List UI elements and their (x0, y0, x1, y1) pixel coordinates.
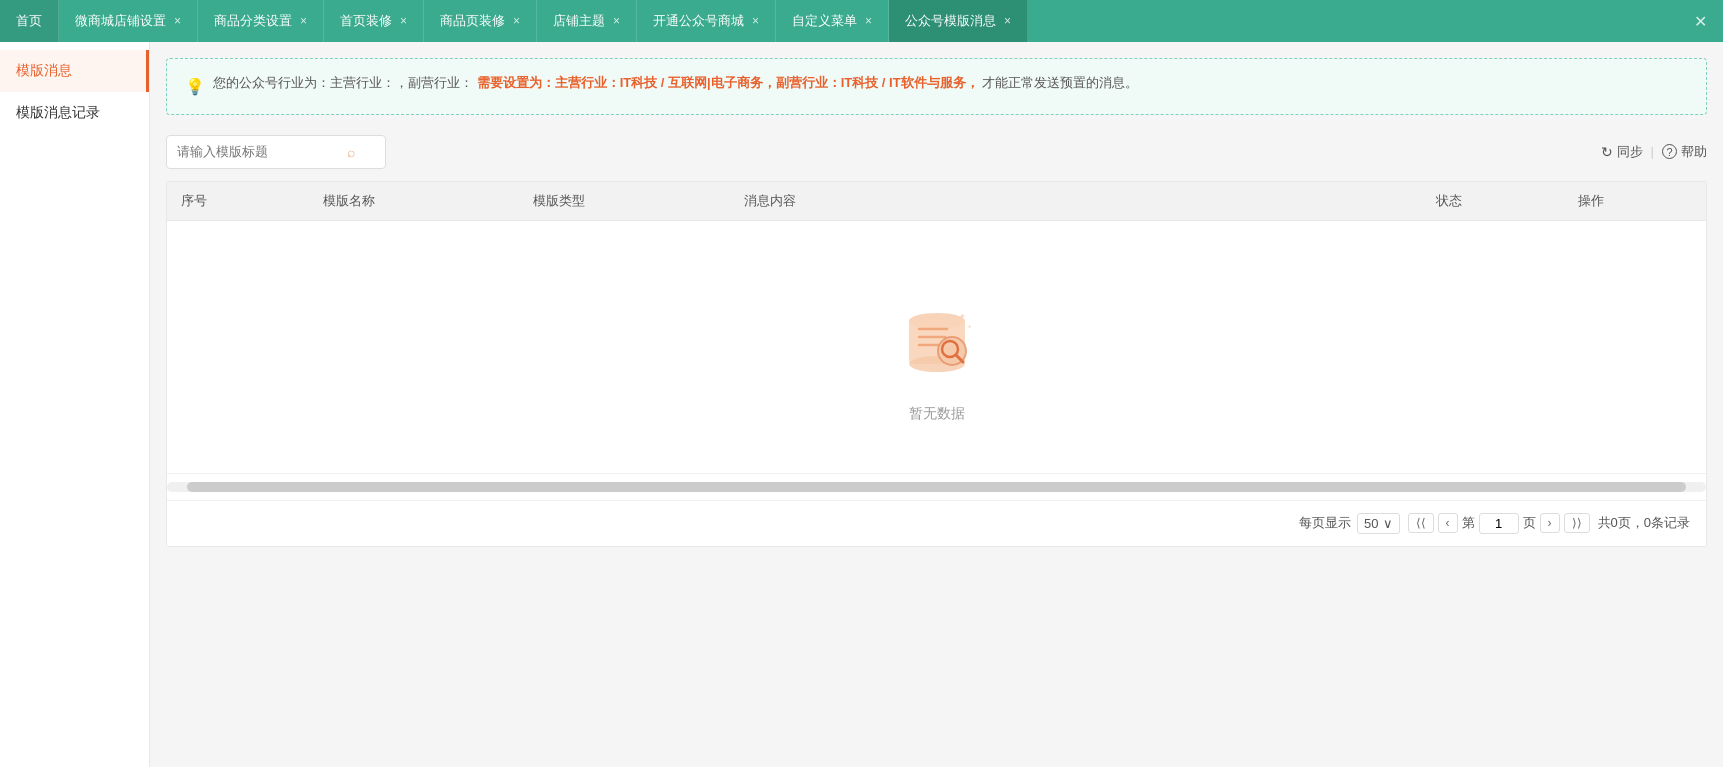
sync-label: 同步 (1617, 143, 1643, 161)
tab-store-theme-close[interactable]: × (613, 14, 620, 28)
help-label: 帮助 (1681, 143, 1707, 161)
top-nav: 首页 微商城店铺设置 × 商品分类设置 × 首页装修 × 商品页装修 × 店铺主… (0, 0, 1723, 42)
tab-store-settings-label: 微商城店铺设置 (75, 12, 166, 30)
page-size-dropdown[interactable]: 50 ∨ (1357, 513, 1399, 534)
col-header-action: 操作 (1564, 182, 1706, 221)
content-area: 💡 您的公众号行业为：主营行业：，副营行业： 需要设置为：主营行业：IT科技 /… (150, 42, 1723, 767)
col-header-content: 消息内容 (730, 182, 1423, 221)
page-size-label: 每页显示 (1299, 514, 1351, 532)
scrollbar-thumb[interactable] (187, 482, 1686, 492)
sidebar-item-template-msg[interactable]: 模版消息 (0, 50, 149, 92)
tab-open-mall[interactable]: 开通公众号商城 × (637, 0, 776, 42)
tab-template-msg[interactable]: 公众号模版消息 × (889, 0, 1028, 42)
page-nav: ⟨⟨ ‹ 第 页 › ⟩⟩ (1408, 513, 1590, 534)
tab-custom-menu-label: 自定义菜单 (792, 12, 857, 30)
page-size-value: 50 (1364, 516, 1378, 531)
close-all-tabs[interactable]: ✕ (1678, 12, 1723, 31)
tab-store-theme[interactable]: 店铺主题 × (537, 0, 637, 42)
tab-store-theme-label: 店铺主题 (553, 12, 605, 30)
sidebar-item-template-msg-log[interactable]: 模版消息记录 (0, 92, 149, 134)
horizontal-scrollbar[interactable] (167, 482, 1706, 492)
notice-prefix: 您的公众号行业为：主营行业：，副营行业： (213, 75, 473, 90)
empty-icon: ✦ ✦ (887, 291, 987, 391)
col-header-index: 序号 (167, 182, 309, 221)
tab-home-label: 首页 (16, 12, 42, 30)
bulb-icon: 💡 (185, 74, 205, 100)
notice-suffix: 才能正常发送预置的消息。 (982, 75, 1138, 90)
tab-homepage-decor-label: 首页装修 (340, 12, 392, 30)
notice-text: 您的公众号行业为：主营行业：，副营行业： 需要设置为：主营行业：IT科技 / 互… (213, 73, 1138, 94)
empty-cell: ✦ ✦ 暂无数据 (167, 220, 1706, 473)
main-layout: 模版消息 模版消息记录 💡 您的公众号行业为：主营行业：，副营行业： 需要设置为… (0, 42, 1723, 767)
tab-store-settings-close[interactable]: × (174, 14, 181, 28)
page-label-after: 页 (1523, 514, 1536, 532)
last-page-button[interactable]: ⟩⟩ (1564, 513, 1590, 533)
sync-icon: ↻ (1601, 144, 1613, 160)
info-notice: 💡 您的公众号行业为：主营行业：，副营行业： 需要设置为：主营行业：IT科技 /… (166, 58, 1707, 115)
svg-text:✦: ✦ (967, 324, 972, 330)
page-size-select: 每页显示 50 ∨ (1299, 513, 1399, 534)
tab-home[interactable]: 首页 (0, 0, 59, 42)
empty-text: 暂无数据 (909, 405, 965, 423)
table-wrap: 序号 模版名称 模版类型 消息内容 状态 操作 (166, 181, 1707, 547)
notice-highlight: 需要设置为：主营行业：IT科技 / 互联网|电子商务，副营行业：IT科技 / I… (477, 75, 979, 90)
sidebar-item-template-msg-label: 模版消息 (16, 62, 72, 78)
svg-text:✦: ✦ (959, 312, 966, 321)
tab-open-mall-close[interactable]: × (752, 14, 759, 28)
tab-category-settings-close[interactable]: × (300, 14, 307, 28)
help-button[interactable]: ? 帮助 (1662, 143, 1707, 161)
page-number-input[interactable] (1479, 513, 1519, 534)
toolbar-divider: | (1651, 144, 1654, 159)
sidebar-item-template-msg-log-label: 模版消息记录 (16, 104, 100, 120)
pagination: 每页显示 50 ∨ ⟨⟨ ‹ 第 页 › ⟩⟩ 共0页，0条记录 (167, 500, 1706, 546)
search-icon[interactable]: ⌕ (347, 144, 355, 160)
search-input[interactable] (177, 144, 347, 159)
tab-template-msg-close[interactable]: × (1004, 14, 1011, 28)
empty-row: ✦ ✦ 暂无数据 (167, 220, 1706, 473)
tab-product-decor[interactable]: 商品页装修 × (424, 0, 537, 42)
tab-homepage-decor[interactable]: 首页装修 × (324, 0, 424, 42)
first-page-button[interactable]: ⟨⟨ (1408, 513, 1434, 533)
tab-template-msg-label: 公众号模版消息 (905, 12, 996, 30)
search-input-wrap[interactable]: ⌕ (166, 135, 386, 169)
sidebar: 模版消息 模版消息记录 (0, 42, 150, 767)
tab-category-settings-label: 商品分类设置 (214, 12, 292, 30)
tab-product-decor-close[interactable]: × (513, 14, 520, 28)
col-header-status: 状态 (1422, 182, 1564, 221)
col-header-type: 模版类型 (519, 182, 729, 221)
col-header-name: 模版名称 (309, 182, 519, 221)
search-bar: ⌕ ↻ 同步 | ? 帮助 (166, 135, 1707, 169)
toolbar-right: ↻ 同步 | ? 帮助 (1601, 143, 1707, 161)
tab-category-settings[interactable]: 商品分类设置 × (198, 0, 324, 42)
prev-page-button[interactable]: ‹ (1438, 513, 1458, 533)
dropdown-icon: ∨ (1383, 516, 1393, 531)
sync-button[interactable]: ↻ 同步 (1601, 143, 1643, 161)
tab-store-settings[interactable]: 微商城店铺设置 × (59, 0, 198, 42)
table-header-row: 序号 模版名称 模版类型 消息内容 状态 操作 (167, 182, 1706, 221)
total-text: 共0页，0条记录 (1598, 514, 1690, 532)
data-table: 序号 模版名称 模版类型 消息内容 状态 操作 (167, 182, 1706, 474)
tab-custom-menu-close[interactable]: × (865, 14, 872, 28)
empty-state: ✦ ✦ 暂无数据 (181, 231, 1692, 463)
page-label-before: 第 (1462, 514, 1475, 532)
tab-open-mall-label: 开通公众号商城 (653, 12, 744, 30)
help-icon: ? (1662, 144, 1677, 159)
tab-custom-menu[interactable]: 自定义菜单 × (776, 0, 889, 42)
tab-homepage-decor-close[interactable]: × (400, 14, 407, 28)
next-page-button[interactable]: › (1540, 513, 1560, 533)
tab-product-decor-label: 商品页装修 (440, 12, 505, 30)
